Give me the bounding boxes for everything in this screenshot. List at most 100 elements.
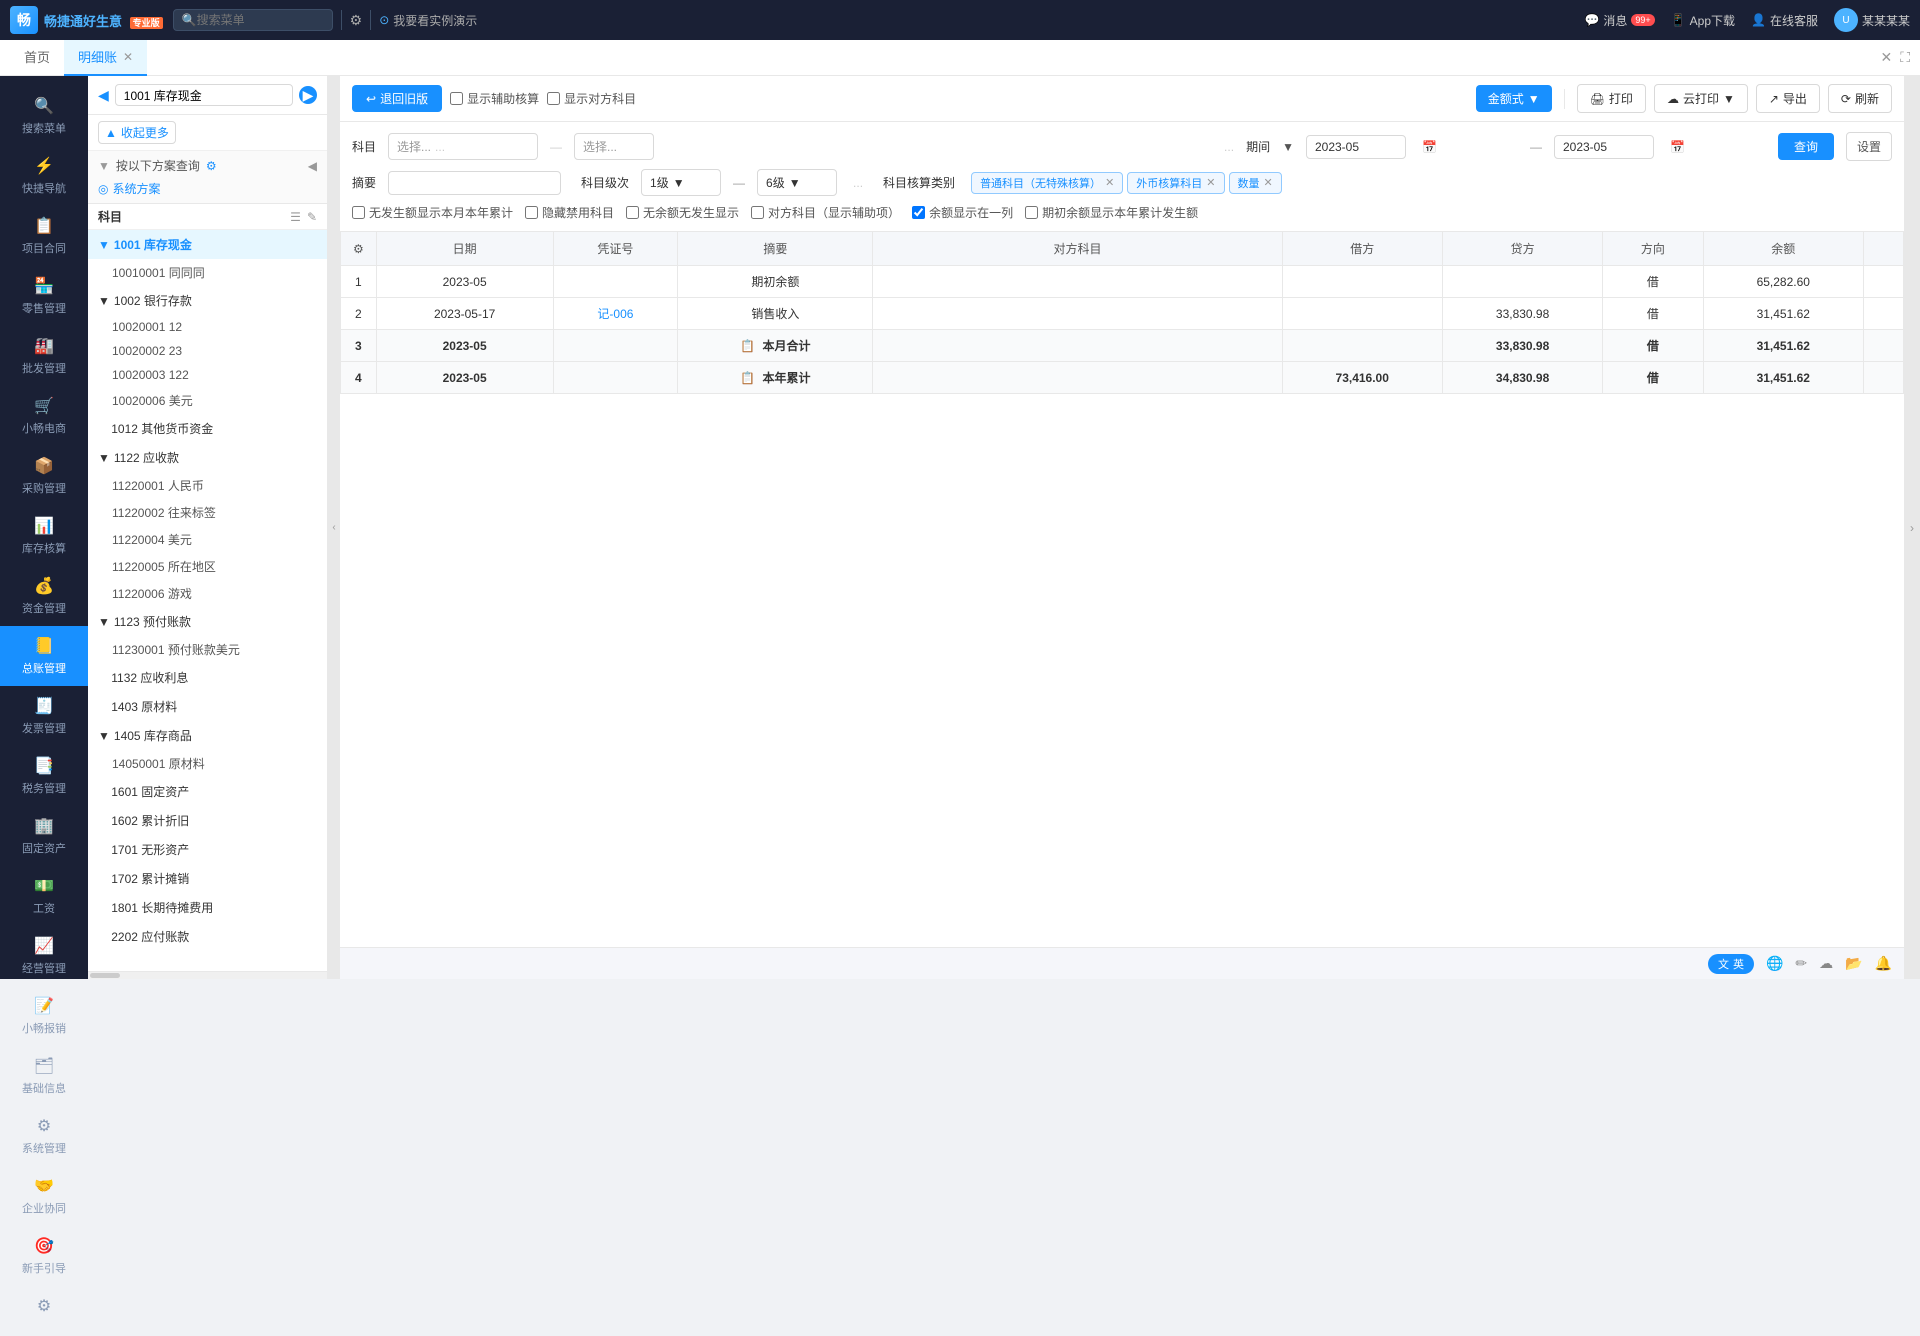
- account-item-2202[interactable]: ▶ 2202 应付账款: [88, 922, 327, 951]
- expand-more-btn[interactable]: ▲ 收起更多: [98, 121, 176, 144]
- cb-no-amount[interactable]: 无发生额显示本月本年累计: [352, 204, 513, 221]
- sidebar-item-guide[interactable]: 🎯 新手引导: [0, 1226, 88, 1286]
- account-item-14050001[interactable]: 14050001 原材料: [88, 750, 327, 777]
- sidebar-item-assets[interactable]: 🏢 固定资产: [0, 806, 88, 866]
- settings-btn[interactable]: 设置: [1846, 132, 1892, 161]
- cb-hide-disabled[interactable]: 隐藏禁用科目: [525, 204, 614, 221]
- period-dropdown-icon[interactable]: ▼: [1282, 140, 1294, 154]
- tab-close-all-icon[interactable]: ✕: [1880, 49, 1892, 66]
- settings-icon2[interactable]: ⚙: [206, 159, 217, 173]
- tab-detail[interactable]: 明细账 ✕: [64, 40, 147, 76]
- tree-scrollbar[interactable]: [88, 971, 327, 979]
- period-start-input[interactable]: 2023-05: [1306, 135, 1406, 159]
- show-opposite-checkbox[interactable]: 显示对方科目: [547, 90, 636, 107]
- tag-close-icon[interactable]: ✕: [1105, 176, 1114, 189]
- app-download-btn[interactable]: 📱 App下载: [1671, 12, 1735, 29]
- sidebar-item-search[interactable]: 🔍 搜索菜单: [0, 86, 88, 146]
- level-start-select[interactable]: 1级 ▼: [641, 169, 721, 196]
- bell-icon[interactable]: 🔔: [1875, 955, 1892, 972]
- account-item-1403[interactable]: ▶ 1403 原材料: [88, 692, 327, 721]
- summary-input[interactable]: [388, 171, 561, 195]
- account-item-10020002[interactable]: 10020002 23: [88, 339, 327, 363]
- account-item-1002[interactable]: ▼ 1002 银行存款: [88, 286, 327, 315]
- account-item-11220002[interactable]: 11220002 往来标签: [88, 499, 327, 526]
- cb-balance-single[interactable]: 余额显示在一列: [912, 204, 1013, 221]
- forward-icon[interactable]: ▶: [299, 86, 317, 104]
- account-item-11230001[interactable]: 11230001 预付账款美元: [88, 636, 327, 663]
- tag-close-icon3[interactable]: ✕: [1264, 176, 1273, 189]
- search-input[interactable]: [197, 13, 317, 27]
- account-search-input[interactable]: [115, 84, 293, 106]
- cb-no-balance[interactable]: 无余额无发生显示: [626, 204, 739, 221]
- sidebar-item-cooperation[interactable]: 🤝 企业协同: [0, 1166, 88, 1226]
- account-item-1602[interactable]: ▶ 1602 累计折旧: [88, 806, 327, 835]
- sidebar-settings-btn[interactable]: ⚙: [37, 1286, 51, 1326]
- back-icon[interactable]: ◀: [98, 87, 109, 104]
- account-item-1702[interactable]: ▶ 1702 累计摊销: [88, 864, 327, 893]
- account-item-1122[interactable]: ▼ 1122 应收款: [88, 443, 327, 472]
- col-settings[interactable]: ⚙: [341, 232, 377, 266]
- account-item-10020006[interactable]: 10020006 美元: [88, 387, 327, 414]
- account-item-10010001[interactable]: 10010001 同同同: [88, 259, 327, 286]
- sidebar-item-inventory[interactable]: 📊 库存核算: [0, 506, 88, 566]
- sidebar-item-purchase[interactable]: 📦 采购管理: [0, 446, 88, 506]
- lang-switch-btn[interactable]: 文 英: [1708, 954, 1754, 974]
- sidebar-item-wholesale[interactable]: 🏭 批发管理: [0, 326, 88, 386]
- sidebar-item-ledger[interactable]: 📒 总账管理: [0, 626, 88, 686]
- account-item-1132[interactable]: ▶ 1132 应收利息: [88, 663, 327, 692]
- sidebar-item-retail[interactable]: 🏪 零售管理: [0, 266, 88, 326]
- account-item-11220004[interactable]: 11220004 美元: [88, 526, 327, 553]
- account-item-11220005[interactable]: 11220005 所在地区: [88, 553, 327, 580]
- folder-icon[interactable]: 📂: [1845, 955, 1862, 972]
- demo-link[interactable]: ⊙ 我要看实例演示: [379, 12, 477, 29]
- list-icon[interactable]: ☰: [290, 210, 301, 224]
- edit-bottom-icon[interactable]: ✏: [1795, 955, 1807, 972]
- calendar-icon1[interactable]: 📅: [1418, 136, 1518, 158]
- print-btn[interactable]: 🖨 打印: [1577, 84, 1646, 113]
- account-item-10020001[interactable]: 10020001 12: [88, 315, 327, 339]
- tab-home[interactable]: 首页: [10, 40, 64, 76]
- voucher-link[interactable]: 记-006: [597, 307, 633, 321]
- message-btn[interactable]: 💬 消息 99+: [1584, 12, 1654, 29]
- account-item-1801[interactable]: ▶ 1801 长期待摊费用: [88, 893, 327, 922]
- sidebar-item-operations[interactable]: 📈 经营管理: [0, 926, 88, 986]
- gear-icon[interactable]: ⚙: [350, 12, 363, 29]
- account-item-1405[interactable]: ▼ 1405 库存商品: [88, 721, 327, 750]
- online-service-btn[interactable]: 👤 在线客服: [1751, 12, 1818, 29]
- cb-opposite-subject[interactable]: 对方科目（显示辅助项）: [751, 204, 900, 221]
- tag-close-icon2[interactable]: ✕: [1206, 176, 1215, 189]
- account-item-11220001[interactable]: 11220001 人民币: [88, 472, 327, 499]
- account-item-1701[interactable]: ▶ 1701 无形资产: [88, 835, 327, 864]
- sidebar-item-tax[interactable]: 📑 税务管理: [0, 746, 88, 806]
- subject-select[interactable]: 选择... ...: [388, 133, 538, 160]
- account-item-1123[interactable]: ▼ 1123 预付账款: [88, 607, 327, 636]
- sidebar-item-salary[interactable]: 💵 工资: [0, 866, 88, 926]
- right-collapse-handle[interactable]: ›: [1904, 76, 1920, 979]
- cb-initial-balance[interactable]: 期初余额显示本年累计发生额: [1025, 204, 1198, 221]
- edit-icon[interactable]: ✎: [307, 210, 317, 224]
- cloud-bottom-icon[interactable]: ☁: [1819, 955, 1833, 972]
- account-item-1012[interactable]: ▶ 1012 其他货币资金: [88, 414, 327, 443]
- close-tab-icon[interactable]: ✕: [123, 50, 133, 64]
- query-btn[interactable]: 查询: [1778, 133, 1834, 160]
- period-end-input[interactable]: 2023-05: [1554, 135, 1654, 159]
- show-aux-checkbox[interactable]: 显示辅助核算: [450, 90, 539, 107]
- sidebar-item-system[interactable]: ⚙ 系统管理: [0, 1106, 88, 1166]
- sidebar-item-quicknav[interactable]: ⚡ 快捷导航: [0, 146, 88, 206]
- refresh-btn[interactable]: ⟳ 刷新: [1828, 84, 1892, 113]
- account-item-1601[interactable]: ▶ 1601 固定资产: [88, 777, 327, 806]
- return-old-btn[interactable]: ↩ 退回旧版: [352, 85, 442, 112]
- subject-select2[interactable]: 选择...: [574, 133, 654, 160]
- format-btn[interactable]: 金额式 ▼: [1476, 85, 1552, 112]
- cloud-print-btn[interactable]: ☁ 云打印 ▼: [1654, 84, 1748, 113]
- sidebar-item-project[interactable]: 📋 项目合同: [0, 206, 88, 266]
- search-box[interactable]: 🔍: [173, 9, 333, 31]
- export-btn[interactable]: ↗ 导出: [1756, 84, 1820, 113]
- sidebar-item-finance[interactable]: 💰 资金管理: [0, 566, 88, 626]
- cell-voucher[interactable]: 记-006: [553, 298, 678, 330]
- tab-expand-icon[interactable]: ⛶: [1900, 49, 1910, 66]
- sidebar-item-sales-report[interactable]: 📝 小畅报销: [0, 986, 88, 1046]
- collapse-query-icon[interactable]: ◀: [308, 159, 317, 173]
- level-end-select[interactable]: 6级 ▼: [757, 169, 837, 196]
- account-item-1001[interactable]: ▼ 1001 库存现金: [88, 230, 327, 259]
